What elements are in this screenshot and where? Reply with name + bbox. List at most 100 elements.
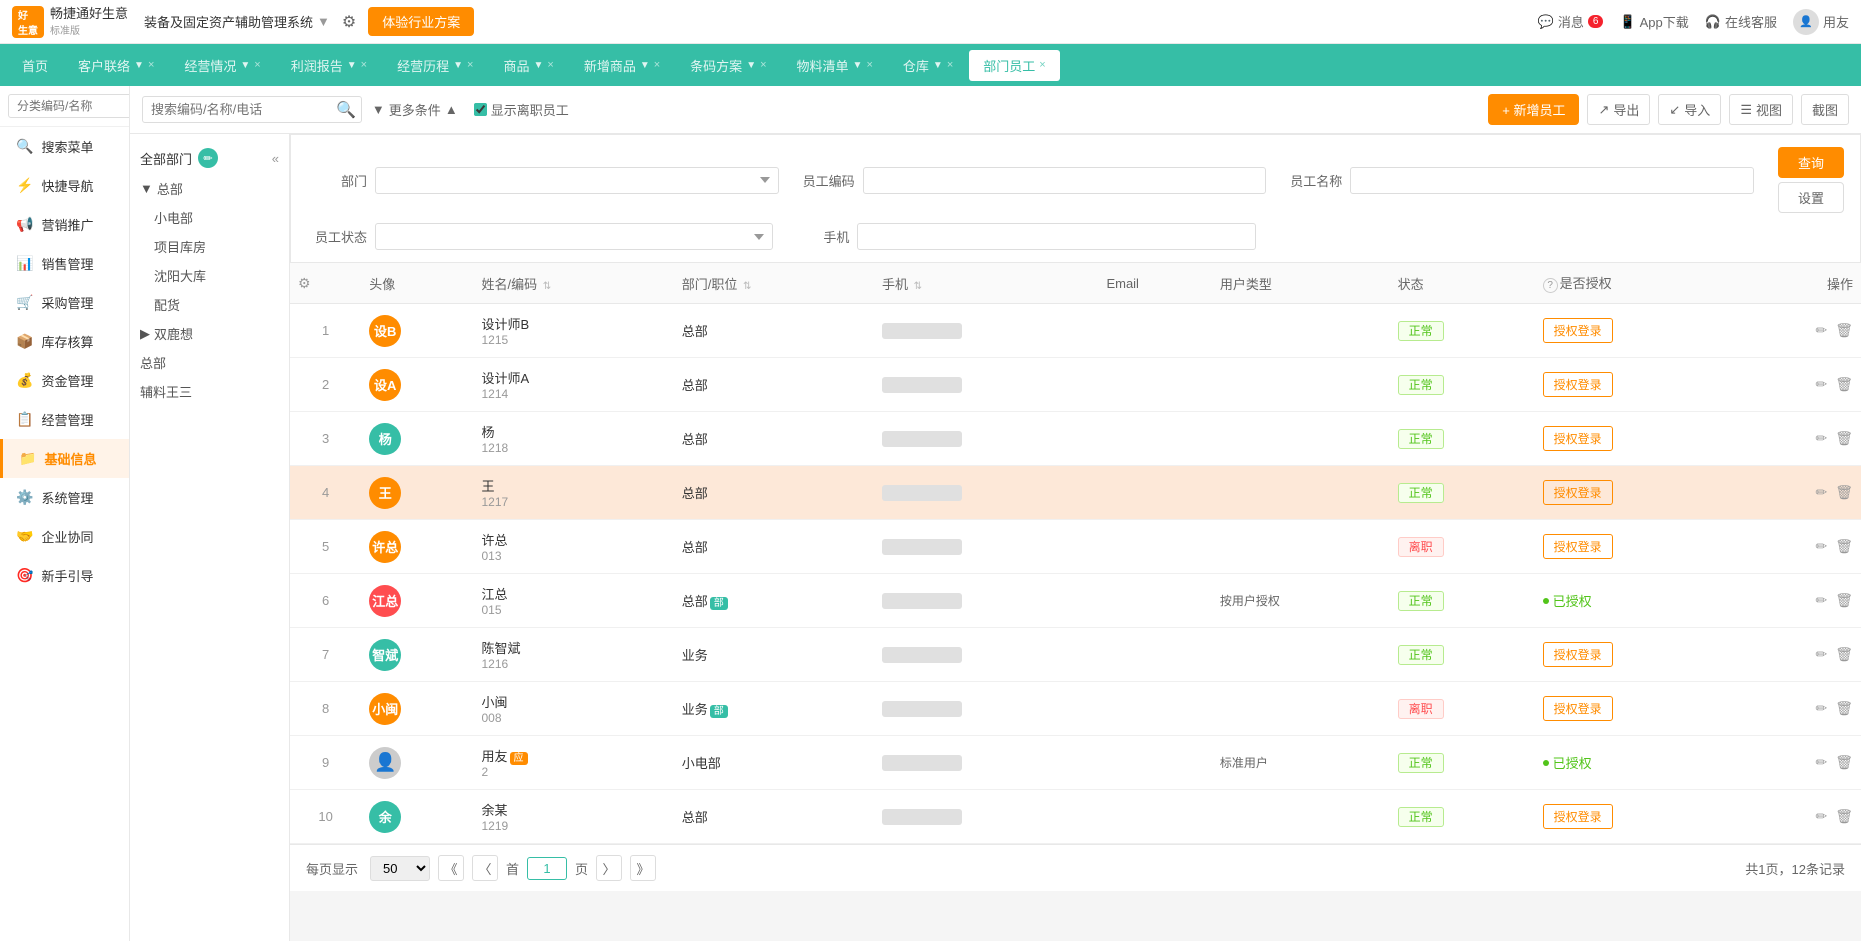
sidebar-item-guide[interactable]: 🎯新手引导 [0,556,129,595]
filter-name-input[interactable] [1350,167,1754,194]
last-page-btn[interactable]: 》 [630,855,656,881]
tab-home[interactable]: 首页 [8,50,62,81]
delete-icon[interactable]: 🗑 [1835,484,1853,501]
tab-profit[interactable]: 利润报告 ▼ × [277,50,381,81]
sidebar-item-operations[interactable]: 📋经营管理 [0,400,129,439]
edit-icon[interactable]: ✏ [1815,430,1827,447]
main-search-button[interactable]: 🔍 [336,100,356,120]
edit-icon[interactable]: ✏ [1815,592,1827,609]
dept-collapse-btn[interactable]: « [272,151,279,166]
sidebar-item-collab[interactable]: 🤝企业协同 [0,517,129,556]
delete-icon[interactable]: 🗑 [1835,754,1853,771]
tab-customer[interactable]: 客户联络 ▼ × [64,50,168,81]
edit-icon[interactable]: ✏ [1815,754,1827,771]
dept-tree-item-xiaodibu[interactable]: 小电部 [130,203,289,232]
sort-name-icon[interactable]: ⇅ [543,281,551,292]
sidebar-item-finance[interactable]: 💰资金管理 [0,361,129,400]
edit-icon[interactable]: ✏ [1815,700,1827,717]
dept-tree-item-peihuo[interactable]: 配货 [130,290,289,319]
sidebar-item-purchase[interactable]: 🛒采购管理 [0,283,129,322]
show-resigned-label[interactable]: 显示离职员工 [474,100,569,119]
delete-icon[interactable]: 🗑 [1835,538,1853,555]
delete-icon[interactable]: 🗑 [1835,700,1853,717]
tab-new-goods[interactable]: 新增商品 ▼ × [570,50,674,81]
delete-icon[interactable]: 🗑 [1835,592,1853,609]
auth-help-icon[interactable]: ? [1543,278,1558,293]
sidebar-item-nav[interactable]: ⚡快捷导航 [0,166,129,205]
next-page-btn[interactable]: 〉 [596,855,622,881]
import-button[interactable]: ↙ 导入 [1658,94,1721,125]
auth-login-button[interactable]: 授权登录 [1543,804,1613,829]
online-service-btn[interactable]: 🎧 在线客服 [1705,12,1777,31]
edit-icon[interactable]: ✏ [1815,322,1827,339]
col-settings-icon[interactable]: ⚙ [298,275,311,291]
settings-icon[interactable]: ⚙ [342,12,356,32]
delete-icon[interactable]: 🗑 [1835,376,1853,393]
tab-goods[interactable]: 商品 ▼ × [489,50,567,81]
sidebar-item-search[interactable]: 🔍搜索菜单 [0,127,129,166]
tab-barcode[interactable]: 条码方案 ▼ × [676,50,780,81]
auth-login-button[interactable]: 授权登录 [1543,696,1613,721]
view-button[interactable]: ☰ 视图 [1729,94,1793,125]
sidebar-search-input[interactable] [8,94,130,118]
edit-icon[interactable]: ✏ [1815,484,1827,501]
filter-phone-input[interactable] [857,223,1255,250]
edit-icon[interactable]: ✏ [1815,538,1827,555]
auth-login-button[interactable]: 授权登录 [1543,426,1613,451]
filter-code-input[interactable] [863,167,1267,194]
sidebar-item-basic[interactable]: 📁基础信息 [0,439,129,478]
tab-history[interactable]: 经营历程 ▼ × [383,50,487,81]
auth-login-button[interactable]: 授权登录 [1543,642,1613,667]
delete-icon[interactable]: 🗑 [1835,430,1853,447]
filter-more-btn[interactable]: ▼ 更多条件 ▲ [364,96,466,123]
first-page-btn[interactable]: 《 [438,855,464,881]
delete-icon[interactable]: 🗑 [1835,322,1853,339]
auth-login-button[interactable]: 授权登录 [1543,534,1613,559]
edit-icon[interactable]: ✏ [1815,646,1827,663]
export-button[interactable]: ↗ 导出 [1587,94,1650,125]
dept-tree-item-shenyang[interactable]: 沈阳大库 [130,261,289,290]
dept-tree-item-zongbu[interactable]: ▼ 总部 [130,174,289,203]
reset-button[interactable]: 设置 [1778,182,1844,213]
user-avatar-btn[interactable]: 👤 用友 [1793,9,1849,35]
message-btn[interactable]: 💬 消息 6 [1538,12,1604,31]
per-page-select[interactable]: 50 100 [370,856,430,881]
sidebar-item-system[interactable]: ⚙️系统管理 [0,478,129,517]
main-search-input[interactable] [142,96,362,123]
phone-hidden: ●●●●●●●● [882,755,962,771]
delete-icon[interactable]: 🗑 [1835,808,1853,825]
dept-tree-item-zongbu2[interactable]: 总部 [130,348,289,377]
tab-operation[interactable]: 经营情况 ▼ × [170,50,274,81]
delete-icon[interactable]: 🗑 [1835,646,1853,663]
dept-tree-item-fuliao[interactable]: 辅料王三 [130,377,289,406]
sort-phone-icon[interactable]: ⇅ [914,281,922,292]
sort-dept-icon[interactable]: ⇅ [743,281,751,292]
dropdown-icon[interactable]: ▼ [317,14,330,29]
auth-login-button[interactable]: 授权登录 [1543,372,1613,397]
filter-dept-select[interactable] [375,167,779,194]
tab-dept-staff[interactable]: 部门员工 × [969,50,1059,81]
current-page-input[interactable] [527,857,567,880]
edit-icon[interactable]: ✏ [1815,376,1827,393]
dept-edit-button[interactable]: ✏ [198,148,218,168]
trial-button[interactable]: 体验行业方案 [368,7,474,36]
dept-tree-item-shuanglu[interactable]: ▶ 双鹿想 [130,319,289,348]
tab-warehouse[interactable]: 仓库 ▼ × [889,50,967,81]
app-download-btn[interactable]: 📱 App下载 [1619,12,1688,31]
query-button[interactable]: 查询 [1778,147,1844,178]
employee-name: 许总 [481,530,665,549]
tab-bom[interactable]: 物料清单 ▼ × [783,50,887,81]
more-button[interactable]: 截图 [1801,94,1849,125]
prev-page-btn[interactable]: 〈 [472,855,498,881]
sidebar-collab-label: 企业协同 [41,527,93,546]
dept-tree-item-project[interactable]: 项目库房 [130,232,289,261]
edit-icon[interactable]: ✏ [1815,808,1827,825]
filter-status-select[interactable] [375,223,773,250]
sidebar-item-sales[interactable]: 📊销售管理 [0,244,129,283]
auth-login-button[interactable]: 授权登录 [1543,480,1613,505]
show-resigned-checkbox[interactable] [474,103,487,116]
sidebar-item-inventory[interactable]: 📦库存核算 [0,322,129,361]
sidebar-item-marketing[interactable]: 📢营销推广 [0,205,129,244]
auth-login-button[interactable]: 授权登录 [1543,318,1613,343]
add-employee-button[interactable]: + 新增员工 [1488,94,1579,125]
